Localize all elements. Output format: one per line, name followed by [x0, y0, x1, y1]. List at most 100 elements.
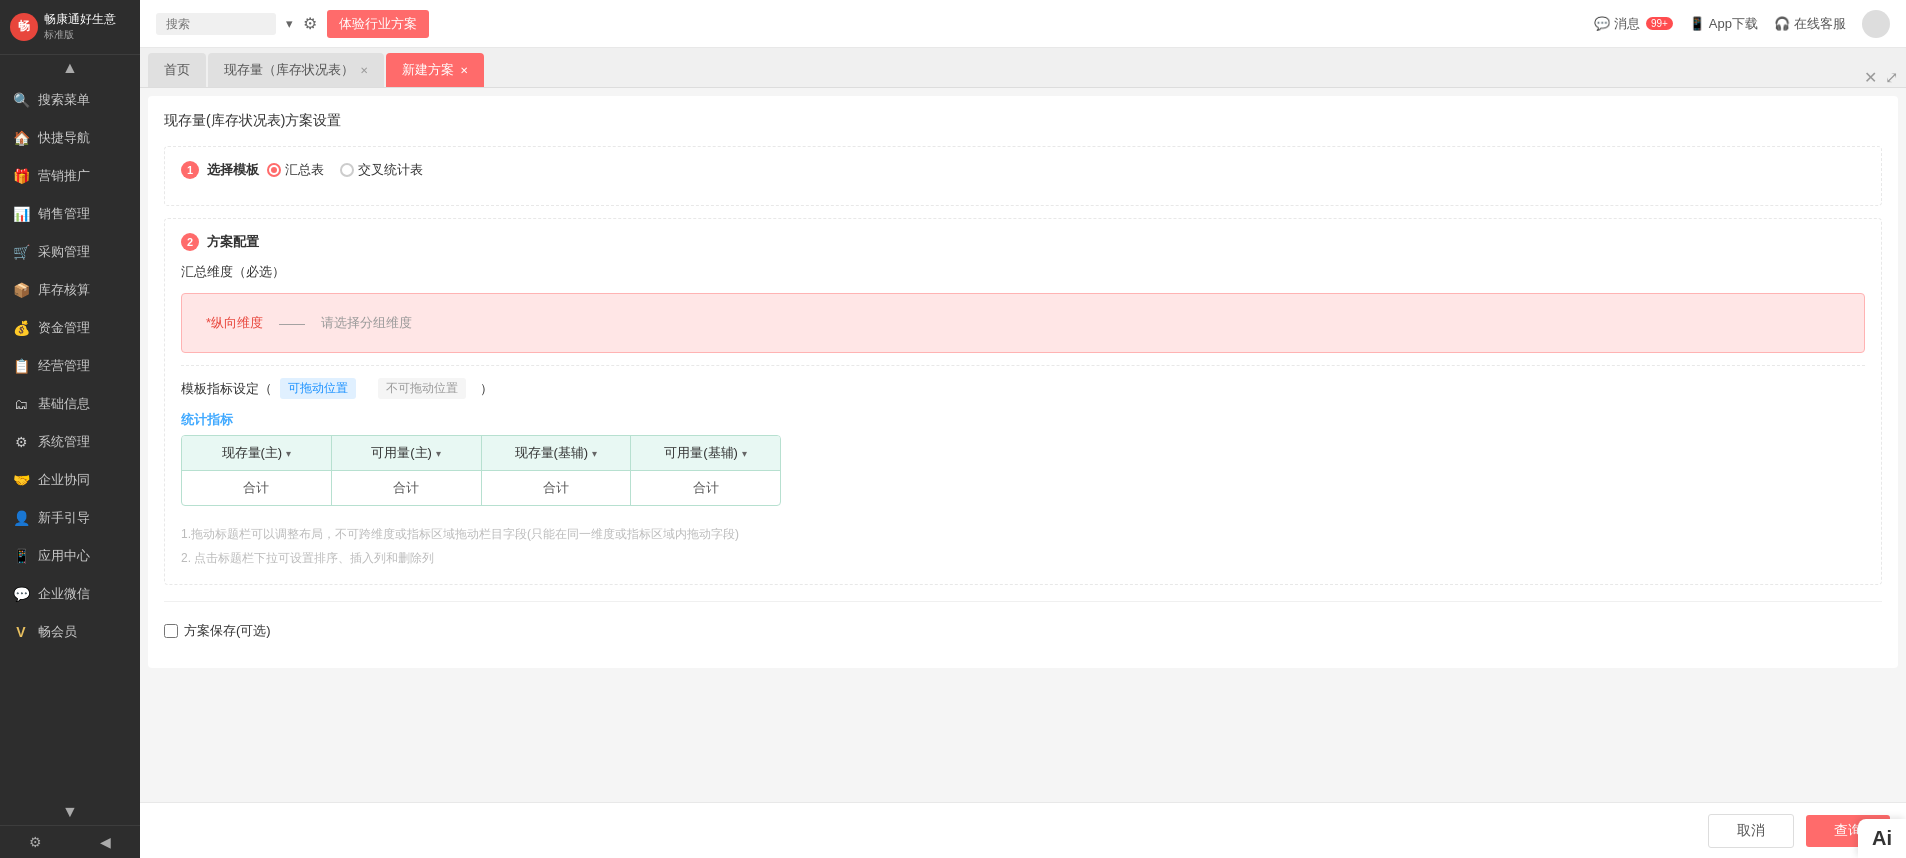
messages-button[interactable]: 💬 消息 99+ [1594, 15, 1673, 33]
fixed-tag: 不可拖动位置 [378, 378, 466, 399]
stats-table-header: 现存量(主) ▾ 可用量(主) ▾ 现存量(基辅) ▾ [182, 436, 780, 470]
sidebar-item-membership[interactable]: V 畅会员 [0, 613, 140, 651]
col4-cell: 合计 [631, 471, 780, 505]
sidebar-item-enterprise-wechat-label: 企业微信 [38, 585, 90, 603]
inventory-icon: 📦 [12, 281, 30, 299]
tab-inventory-status[interactable]: 现存量（库存状况表） ✕ [208, 53, 384, 87]
messages-badge: 99+ [1646, 17, 1673, 30]
tab-inventory-status-label: 现存量（库存状况表） [224, 61, 354, 79]
dimension-dash: —— [279, 316, 305, 331]
tip-item-2: 2. 点击标题栏下拉可设置排序、插入列和删除列 [181, 546, 1865, 570]
settings-panel: 现存量(库存状况表)方案设置 1 选择模板 汇总表 交叉统计表 [148, 96, 1898, 668]
new-guide-icon: 👤 [12, 509, 30, 527]
indicators-close: ） [480, 380, 493, 398]
sidebar-item-basic-info[interactable]: 🗂 基础信息 [0, 385, 140, 423]
sidebar-item-quick-nav-label: 快捷导航 [38, 129, 90, 147]
sidebar-item-purchase[interactable]: 🛒 采购管理 [0, 233, 140, 271]
col1-chevron-icon: ▾ [286, 448, 291, 459]
sidebar: 畅 畅康通好生意 标准版 ▲ 🔍 搜索菜单 🏠 快捷导航 🎁 营销推广 📊 销售… [0, 0, 140, 858]
col4-header[interactable]: 可用量(基辅) ▾ [631, 436, 780, 470]
user-avatar[interactable] [1862, 10, 1890, 38]
sidebar-item-purchase-label: 采购管理 [38, 243, 90, 261]
sidebar-item-basic-info-label: 基础信息 [38, 395, 90, 413]
col2-header-label: 可用量(主) [371, 444, 432, 462]
tips-area: 1.拖动标题栏可以调整布局，不可跨维度或指标区域拖动栏目字段(只能在同一维度或指… [181, 522, 1865, 570]
col2-header[interactable]: 可用量(主) ▾ [332, 436, 482, 470]
sidebar-item-marketing[interactable]: 🎁 营销推广 [0, 157, 140, 195]
messages-label: 消息 [1614, 15, 1640, 33]
sidebar-item-search-menu[interactable]: 🔍 搜索菜单 [0, 81, 140, 119]
app-name: 畅康通好生意 [44, 12, 116, 28]
sidebar-item-finance[interactable]: 💰 资金管理 [0, 309, 140, 347]
logo-icon: 畅 [10, 13, 38, 41]
col3-header[interactable]: 现存量(基辅) ▾ [482, 436, 632, 470]
template-radio-group: 汇总表 交叉统计表 [267, 161, 423, 179]
radio-summary-dot [267, 163, 281, 177]
stats-section-label: 统计指标 [181, 411, 781, 429]
topbar-dropdown-icon[interactable]: ▾ [286, 16, 293, 31]
stats-table-body: 合计 合计 合计 合计 [182, 470, 780, 505]
membership-icon: V [12, 623, 30, 641]
section1-number: 1 [181, 161, 199, 179]
app-name-block: 畅康通好生意 标准版 [44, 12, 116, 42]
tabbar: 首页 现存量（库存状况表） ✕ 新建方案 ✕ ✕ ⤢ [140, 48, 1906, 88]
sidebar-item-contracts[interactable]: 🤝 企业协同 [0, 461, 140, 499]
tab-home-label: 首页 [164, 61, 190, 79]
sidebar-item-sales[interactable]: 📊 销售管理 [0, 195, 140, 233]
radio-cross[interactable]: 交叉统计表 [340, 161, 423, 179]
tab-home[interactable]: 首页 [148, 53, 206, 87]
panel-title: 现存量(库存状况表)方案设置 [164, 112, 1882, 130]
tab-new-plan[interactable]: 新建方案 ✕ [386, 53, 484, 87]
sidebar-item-finance-label: 资金管理 [38, 319, 90, 337]
enterprise-wechat-icon: 💬 [12, 585, 30, 603]
col4-chevron-icon: ▾ [742, 448, 747, 459]
col2-cell: 合计 [332, 471, 482, 505]
sidebar-item-inventory-label: 库存核算 [38, 281, 90, 299]
ai-badge[interactable]: Ai [1858, 819, 1906, 858]
search-input[interactable] [156, 13, 276, 35]
sidebar-item-inventory[interactable]: 📦 库存核算 [0, 271, 140, 309]
col3-cell: 合计 [482, 471, 632, 505]
sidebar-scroll-up[interactable]: ▲ [0, 55, 140, 81]
tab-new-plan-close-icon[interactable]: ✕ [460, 65, 468, 76]
dimension-placeholder: 请选择分组维度 [321, 314, 412, 332]
app-download-button[interactable]: 📱 App下载 [1689, 15, 1758, 33]
save-checkbox[interactable] [164, 624, 178, 638]
cancel-button[interactable]: 取消 [1708, 814, 1794, 848]
headset-icon: 🎧 [1774, 16, 1790, 31]
sales-icon: 📊 [12, 205, 30, 223]
finance-icon: 💰 [12, 319, 30, 337]
topbar-right: 💬 消息 99+ 📱 App下载 🎧 在线客服 [1594, 10, 1890, 38]
divider1 [181, 365, 1865, 366]
tab-expand-icon[interactable]: ⤢ [1885, 68, 1898, 87]
sidebar-item-app-center[interactable]: 📱 应用中心 [0, 537, 140, 575]
topbar-gear-icon[interactable]: ⚙ [303, 14, 317, 33]
sidebar-item-enterprise-wechat[interactable]: 💬 企业微信 [0, 575, 140, 613]
dimension-box: *纵向维度 —— 请选择分组维度 [181, 293, 1865, 353]
section2-number: 2 [181, 233, 199, 251]
sidebar-item-app-center-label: 应用中心 [38, 547, 90, 565]
col3-header-label: 现存量(基辅) [515, 444, 589, 462]
purchase-icon: 🛒 [12, 243, 30, 261]
sidebar-item-system[interactable]: ⚙ 系统管理 [0, 423, 140, 461]
sidebar-item-new-guide[interactable]: 👤 新手引导 [0, 499, 140, 537]
main-area: ▾ ⚙ 体验行业方案 💬 消息 99+ 📱 App下载 🎧 在线客服 首页 [140, 0, 1906, 858]
sidebar-item-new-guide-label: 新手引导 [38, 509, 90, 527]
system-icon: ⚙ [12, 433, 30, 451]
sidebar-bottom: ⚙ ◀ [0, 825, 140, 858]
tab-close-panel-icon[interactable]: ✕ [1864, 68, 1877, 87]
trial-button[interactable]: 体验行业方案 [327, 10, 429, 38]
online-service-button[interactable]: 🎧 在线客服 [1774, 15, 1846, 33]
sidebar-settings-btn[interactable]: ⚙ [29, 834, 42, 850]
tab-inventory-close-icon[interactable]: ✕ [360, 65, 368, 76]
tip-1-text: 1.拖动标题栏可以调整布局，不可跨维度或指标区域拖动栏目字段(只能在同一维度或指… [181, 522, 739, 546]
col1-header[interactable]: 现存量(主) ▾ [182, 436, 332, 470]
vertical-dimension-label: *纵向维度 [206, 314, 263, 332]
tab-new-plan-label: 新建方案 [402, 61, 454, 79]
sidebar-item-operations[interactable]: 📋 经营管理 [0, 347, 140, 385]
sidebar-collapse-btn[interactable]: ◀ [100, 834, 111, 850]
radio-summary[interactable]: 汇总表 [267, 161, 324, 179]
sidebar-scroll-down[interactable]: ▼ [0, 799, 140, 825]
sidebar-item-quick-nav[interactable]: 🏠 快捷导航 [0, 119, 140, 157]
radio-cross-label: 交叉统计表 [358, 161, 423, 179]
